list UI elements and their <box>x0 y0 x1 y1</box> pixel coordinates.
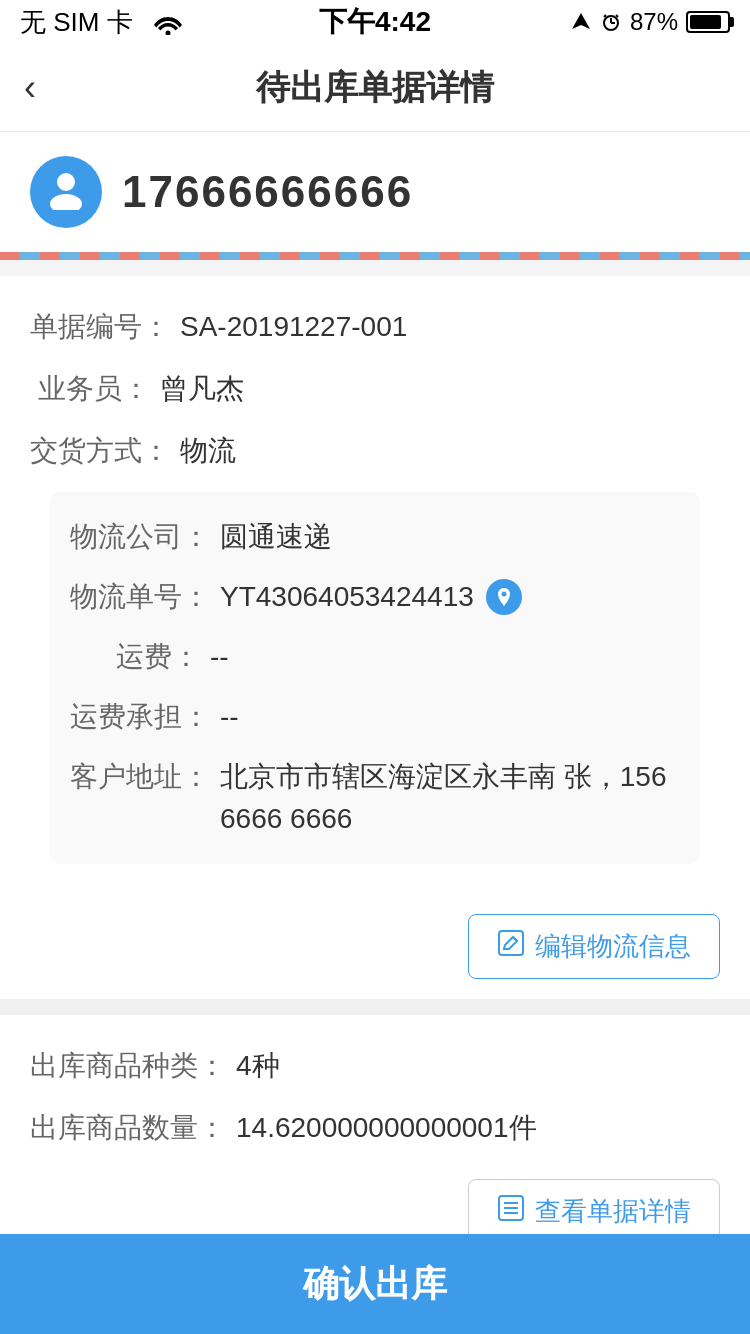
alarm-icon <box>600 11 622 33</box>
nav-bar: ‹ 待出库单据详情 <box>0 44 750 132</box>
svg-point-8 <box>50 194 82 210</box>
view-detail-btn-label: 查看单据详情 <box>535 1194 691 1229</box>
edit-btn-row: 编辑物流信息 <box>0 894 750 999</box>
svg-line-11 <box>513 937 517 941</box>
back-button[interactable]: ‹ <box>24 67 36 109</box>
page-title: 待出库单据详情 <box>256 65 494 111</box>
freight-row: 运费： -- <box>70 636 680 678</box>
status-time: 下午4:42 <box>319 3 431 41</box>
salesperson-value: 曾凡杰 <box>160 368 720 410</box>
freight-bearer-value: -- <box>220 696 680 738</box>
freight-bearer-row: 运费承担： -- <box>70 696 680 738</box>
avatar <box>30 156 102 228</box>
battery-percent: 87% <box>630 8 678 36</box>
doc-number-row: 单据编号： SA-20191227-001 <box>30 306 720 348</box>
user-info-row: 17666666666 <box>0 132 750 252</box>
svg-point-0 <box>166 30 171 35</box>
edit-icon <box>497 929 525 964</box>
svg-marker-1 <box>572 13 590 29</box>
location-status-icon <box>570 11 592 33</box>
logistics-company-row: 物流公司： 圆通速递 <box>70 516 680 558</box>
freight-bearer-label: 运费承担： <box>70 696 220 738</box>
svg-point-9 <box>501 592 506 597</box>
logistics-company-label: 物流公司： <box>70 516 220 558</box>
doc-number-label: 单据编号： <box>30 306 180 348</box>
freight-label: 运费： <box>70 636 210 678</box>
doc-number-value: SA-20191227-001 <box>180 306 720 348</box>
user-icon <box>44 166 88 219</box>
product-section: 出库商品种类： 4种 出库商品数量： 14.620000000000001件 <box>0 1015 750 1169</box>
svg-line-6 <box>616 15 618 17</box>
list-icon <box>497 1194 525 1229</box>
basic-info-section: 单据编号： SA-20191227-001 业务员： 曾凡杰 交货方式： 物流 … <box>0 276 750 894</box>
confirm-outbound-button[interactable]: 确认出库 <box>0 1234 750 1334</box>
user-phone: 17666666666 <box>122 167 413 217</box>
logistics-company-value: 圆通速递 <box>220 516 680 558</box>
confirm-btn-label: 确认出库 <box>303 1260 447 1309</box>
edit-logistics-button[interactable]: 编辑物流信息 <box>468 914 720 979</box>
product-type-label: 出库商品种类： <box>30 1045 236 1087</box>
status-bar: 无 SIM 卡 下午4:42 87% <box>0 0 750 44</box>
address-row: 客户地址： 北京市市辖区海淀区永丰南 张，156 6666 6666 <box>70 756 680 840</box>
logistics-box: 物流公司： 圆通速递 物流单号： YT43064053424413 运费： <box>50 492 700 864</box>
product-type-row: 出库商品种类： 4种 <box>30 1045 720 1087</box>
tracking-row: 物流单号： YT43064053424413 <box>70 576 680 618</box>
svg-point-7 <box>57 173 75 191</box>
product-type-value: 4种 <box>236 1045 720 1087</box>
address-value: 北京市市辖区海淀区永丰南 张，156 6666 6666 <box>220 756 680 840</box>
svg-rect-10 <box>499 931 523 955</box>
svg-line-5 <box>604 15 606 17</box>
product-qty-row: 出库商品数量： 14.620000000000001件 <box>30 1107 720 1149</box>
delivery-label: 交货方式： <box>30 430 180 472</box>
freight-value: -- <box>210 636 680 678</box>
address-label: 客户地址： <box>70 756 220 798</box>
tracking-number-text: YT43064053424413 <box>220 576 474 618</box>
salesperson-label: 业务员： <box>30 368 160 410</box>
delivery-row: 交货方式： 物流 <box>30 430 720 472</box>
section-divider <box>0 999 750 1015</box>
product-qty-label: 出库商品数量： <box>30 1107 236 1149</box>
tracking-label: 物流单号： <box>70 576 220 618</box>
map-pin-icon[interactable] <box>486 579 522 615</box>
edit-btn-label: 编辑物流信息 <box>535 929 691 964</box>
salesperson-row: 业务员： 曾凡杰 <box>30 368 720 410</box>
confirm-btn-container: 确认出库 <box>0 1234 750 1334</box>
delivery-value: 物流 <box>180 430 720 472</box>
battery-icon <box>686 11 730 33</box>
status-right-icons: 87% <box>570 8 730 36</box>
product-qty-value: 14.620000000000001件 <box>236 1107 720 1149</box>
dashed-separator <box>0 252 750 260</box>
carrier-text: 无 SIM 卡 <box>20 5 182 40</box>
tracking-value: YT43064053424413 <box>220 576 680 618</box>
